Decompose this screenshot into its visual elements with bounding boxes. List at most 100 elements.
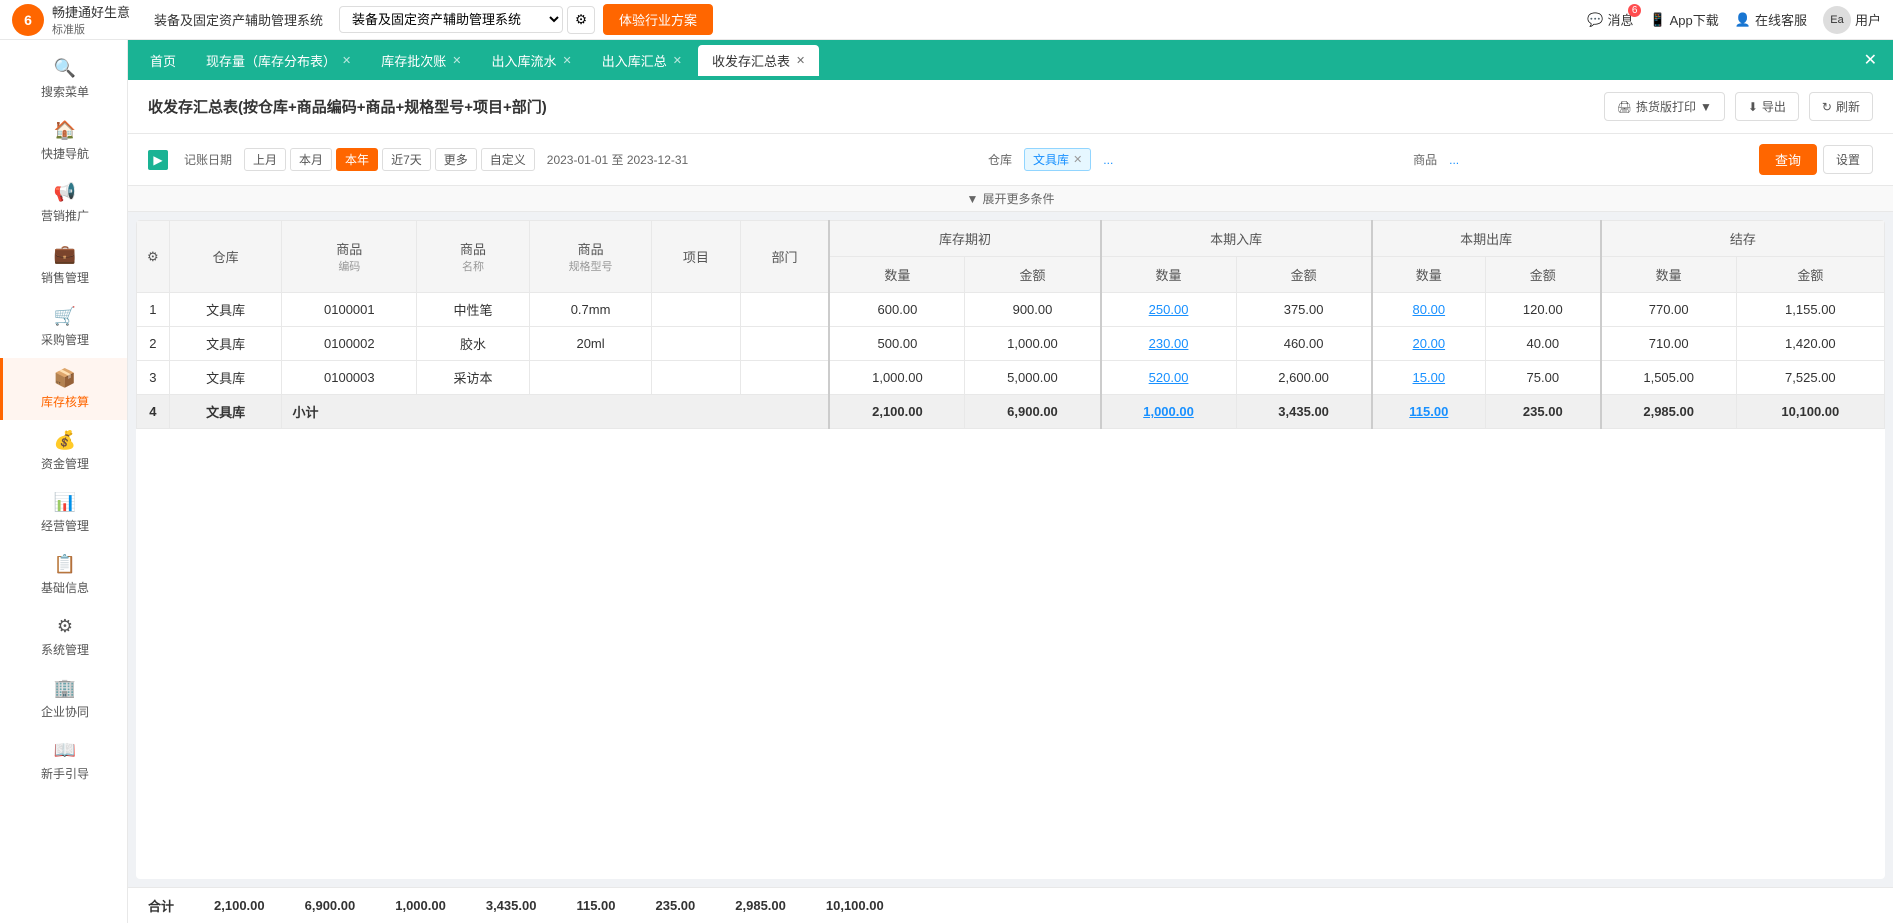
col-opening-amt: 金额: [965, 257, 1101, 293]
data-table: ⚙ 仓库 商品编码 商品名称 商品规格型号 项目 部门 库存期初 本期入库 本期…: [136, 220, 1885, 429]
total-in-qty: 1,000.00: [395, 898, 446, 913]
app-title: 畅捷通好生意: [52, 2, 130, 21]
sidebar-item-basic-info[interactable]: 📋 基础信息: [0, 544, 127, 606]
book-icon: 📖: [54, 740, 76, 761]
online-service-button[interactable]: 👤 在线客服: [1735, 10, 1807, 29]
col-warehouse-header: 仓库: [169, 221, 282, 293]
date-btn-more[interactable]: 更多: [435, 148, 477, 171]
tab-receipt-summary[interactable]: 收发存汇总表 ✕: [698, 45, 819, 76]
sidebar-item-finance[interactable]: 💰 资金管理: [0, 420, 127, 482]
col-group-balance: 结存: [1601, 221, 1885, 257]
col-name-header: 商品名称: [417, 221, 530, 293]
tab-bar-close[interactable]: ✕: [1856, 46, 1885, 74]
tab-batch-account[interactable]: 库存批次账 ✕: [367, 45, 475, 76]
col-settings[interactable]: ⚙: [137, 221, 170, 293]
date-btn-last-month[interactable]: 上月: [244, 148, 286, 171]
money-icon: 💰: [54, 430, 76, 451]
col-balance-qty: 数量: [1601, 257, 1737, 293]
phone-icon: 📱: [1649, 12, 1665, 28]
print-icon: 🖨: [1617, 100, 1632, 114]
col-department-header: 部门: [740, 221, 829, 293]
sidebar-item-operations[interactable]: 📊 经营管理: [0, 482, 127, 544]
settings-button-filter[interactable]: 设置: [1823, 145, 1873, 174]
refresh-button[interactable]: ↻ 刷新: [1809, 92, 1873, 121]
total-out-qty: 115.00: [576, 898, 615, 913]
tab-close-batch[interactable]: ✕: [452, 54, 461, 67]
subtotal-out-amt: 235.00: [1485, 395, 1600, 429]
total-out-amt: 235.00: [656, 898, 696, 913]
system-select[interactable]: 装备及固定资产辅助管理系统: [339, 6, 563, 33]
date-buttons: 上月 本月 本年 近7天 更多 自定义: [244, 148, 535, 171]
sidebar-item-sales[interactable]: 💼 销售管理: [0, 234, 127, 296]
tab-inventory-dist[interactable]: 现存量（库存分布表） ✕: [192, 45, 365, 76]
tab-close-inout-summary[interactable]: ✕: [673, 54, 682, 67]
col-group-opening: 库存期初: [829, 221, 1100, 257]
col-balance-amt: 金额: [1736, 257, 1884, 293]
sidebar-item-marketing[interactable]: 📢 营销推广: [0, 172, 127, 234]
warehouse-tag-close[interactable]: ✕: [1073, 153, 1082, 166]
subtotal-in-amt: 3,435.00: [1236, 395, 1372, 429]
date-btn-this-month[interactable]: 本月: [290, 148, 332, 171]
tab-home[interactable]: 首页: [136, 45, 190, 76]
refresh-icon: ↻: [1822, 100, 1832, 114]
subtotal-in-qty: 1,000.00: [1101, 395, 1237, 429]
tab-close-inout-flow[interactable]: ✕: [563, 54, 572, 67]
sidebar-item-enterprise[interactable]: 🏢 企业协同: [0, 668, 127, 730]
subtotal-opening-qty: 2,100.00: [829, 395, 965, 429]
chart-icon: 📊: [54, 492, 76, 513]
sidebar-item-guide[interactable]: 📖 新手引导: [0, 730, 127, 792]
tab-inout-summary[interactable]: 出入库汇总 ✕: [588, 45, 696, 76]
building-icon: 🏢: [54, 678, 76, 699]
table-row: 3 文具库 0100003 采访本 1,000.00 5,000.00 520.…: [137, 361, 1885, 395]
experience-button[interactable]: 体验行业方案: [603, 4, 713, 35]
warehouse-tag[interactable]: 文具库 ✕: [1024, 148, 1091, 171]
avatar: Ea: [1823, 6, 1851, 34]
app-download-button[interactable]: 📱 App下载: [1649, 10, 1718, 29]
expand-filter-row[interactable]: ▼ 展开更多条件: [128, 186, 1893, 212]
sidebar: 🔍 搜索菜单 🏠 快捷导航 📢 营销推广 💼 销售管理 🛒 采购管理 📦: [0, 40, 128, 923]
product-label: 商品: [1413, 151, 1437, 168]
messages-button[interactable]: 💬 消息 6: [1587, 10, 1633, 29]
total-values: 2,100.00 6,900.00 1,000.00 3,435.00 115.: [214, 898, 884, 913]
expand-icon: ▼: [967, 192, 979, 206]
box-icon: 📦: [54, 368, 76, 389]
tab-inout-flow[interactable]: 出入库流水 ✕: [477, 45, 585, 76]
col-project-header: 项目: [652, 221, 740, 293]
total-bar: 合计 2,100.00 6,900.00 1,000.00 3,435.00: [128, 887, 1893, 923]
date-btn-7days[interactable]: 近7天: [382, 148, 431, 171]
sidebar-item-system[interactable]: ⚙ 系统管理: [0, 606, 127, 668]
date-btn-this-year[interactable]: 本年: [336, 148, 378, 171]
export-button[interactable]: ⬇ 导出: [1735, 92, 1799, 121]
app-subtitle: 标准版: [52, 21, 130, 37]
total-opening-amt: 6,900.00: [305, 898, 356, 913]
action-bar: 查询 设置: [1759, 144, 1873, 175]
sidebar-item-inventory[interactable]: 📦 库存核算: [0, 358, 127, 420]
sidebar-item-purchase[interactable]: 🛒 采购管理: [0, 296, 127, 358]
date-btn-custom[interactable]: 自定义: [481, 148, 535, 171]
tab-close-inventory-dist[interactable]: ✕: [342, 54, 351, 67]
col-out-amt: 金额: [1485, 257, 1600, 293]
subtotal-opening-amt: 6,900.00: [965, 395, 1101, 429]
export-icon: ⬇: [1748, 100, 1758, 114]
print-button[interactable]: 🖨 拣货版打印 ▼: [1604, 92, 1725, 121]
list-icon: 📋: [54, 554, 76, 575]
chevron-down-icon: ▼: [1700, 100, 1712, 114]
product-more[interactable]: ...: [1449, 153, 1459, 167]
user-menu[interactable]: Ea 用户: [1823, 6, 1881, 34]
home-icon: 🏠: [54, 120, 76, 141]
warehouse-more[interactable]: ...: [1103, 153, 1113, 167]
sidebar-item-quick-nav[interactable]: 🏠 快捷导航: [0, 110, 127, 172]
sidebar-item-search-menu[interactable]: 🔍 搜索菜单: [0, 48, 127, 110]
col-code-header: 商品编码: [282, 221, 417, 293]
total-opening-qty: 2,100.00: [214, 898, 265, 913]
settings-button[interactable]: ⚙: [567, 6, 595, 34]
query-button[interactable]: 查询: [1759, 144, 1817, 175]
filter-toggle[interactable]: ▶: [148, 150, 168, 170]
col-in-qty: 数量: [1101, 257, 1237, 293]
message-badge: 6: [1628, 4, 1642, 17]
subtotal-balance-amt: 10,100.00: [1736, 395, 1884, 429]
cart-icon: 🛒: [54, 306, 76, 327]
tab-close-receipt-summary[interactable]: ✕: [796, 54, 805, 67]
page-title: 收发存汇总表(按仓库+商品编码+商品+规格型号+项目+部门): [148, 96, 547, 117]
megaphone-icon: 📢: [54, 182, 76, 203]
